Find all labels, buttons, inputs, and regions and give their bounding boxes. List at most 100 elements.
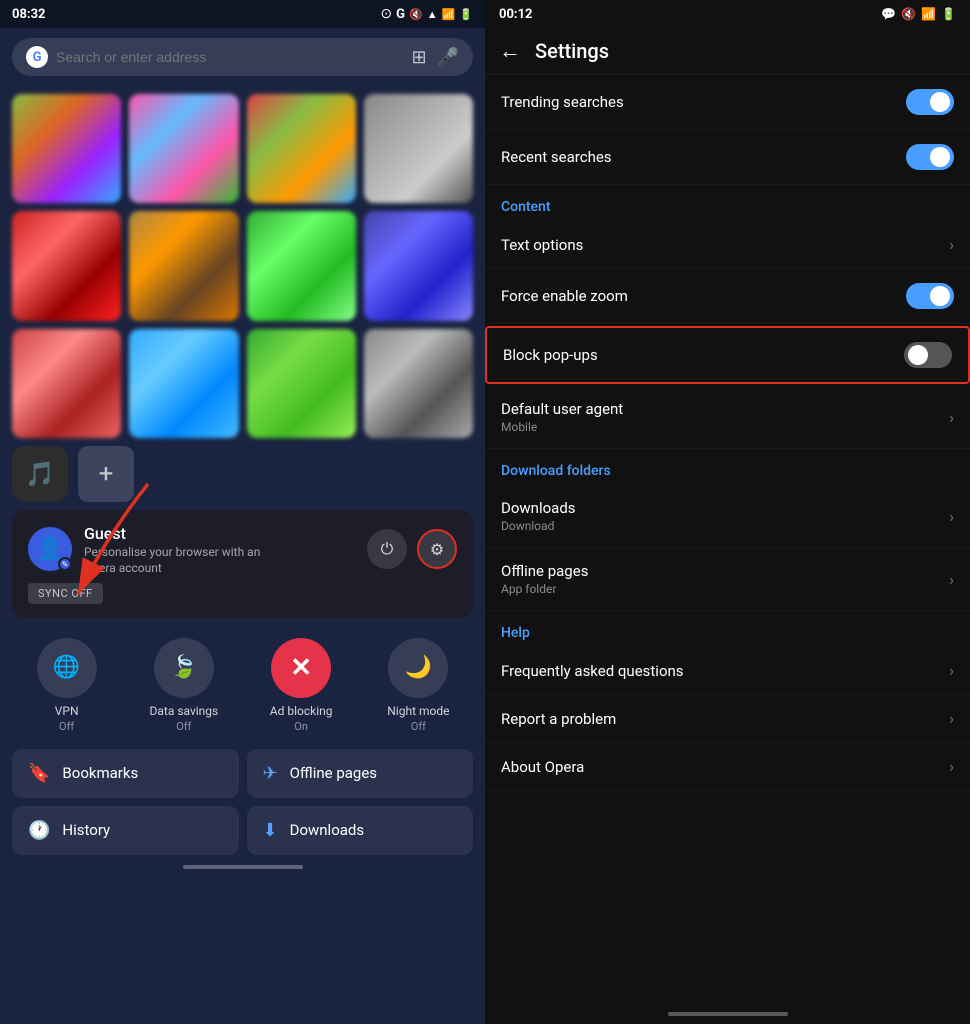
account-panel: 👤 ✎ Guest Personalise your browser with … <box>12 510 473 618</box>
offline-pages-arrow: › <box>949 570 954 589</box>
history-label: History <box>62 821 110 839</box>
speed-dial-8[interactable] <box>364 211 473 320</box>
speed-dial-4[interactable] <box>364 94 473 203</box>
user-agent-item[interactable]: Default user agent Mobile › <box>485 386 970 449</box>
home-indicator <box>0 855 485 873</box>
vpn-status: Off <box>59 720 74 733</box>
vpn-action[interactable]: 🌐 VPN Off <box>17 638 117 733</box>
speed-dial-2[interactable] <box>129 94 238 203</box>
bottom-icons-row: 🎵 + <box>0 446 485 502</box>
text-options-item[interactable]: Text options › <box>485 221 970 269</box>
wifi-icon: ▲ <box>427 8 438 21</box>
help-section-header: Help <box>485 611 970 647</box>
download-folders-section-header: Download folders <box>485 449 970 485</box>
back-button[interactable]: ← <box>499 38 521 64</box>
mute-icon: 🔇 <box>409 8 423 21</box>
recent-searches-item[interactable]: Recent searches <box>485 130 970 185</box>
data-savings-action[interactable]: 🍃 Data savings Off <box>134 638 234 733</box>
about-opera-item[interactable]: About Opera › <box>485 743 970 791</box>
search-bar-icons: ⊞ 🎤 <box>411 47 459 68</box>
speed-dial-7[interactable] <box>247 211 356 320</box>
account-info: Guest Personalise your browser with an O… <box>84 524 355 575</box>
force-zoom-toggle[interactable] <box>906 283 954 309</box>
signal-icon-right: 📶 <box>921 7 936 21</box>
user-agent-sublabel: Mobile <box>501 420 623 434</box>
status-bar-left: 08:32 ⊙ G 🔇 ▲ 📶 🔋 <box>0 0 485 28</box>
trending-searches-label: Trending searches <box>501 93 624 111</box>
settings-button[interactable]: ⚙ <box>417 529 457 569</box>
whatsapp-icon: 💬 <box>881 7 896 21</box>
bottom-links: 🔖 Bookmarks ✈ Offline pages 🕐 History ⬇ … <box>0 749 485 855</box>
battery-icon: 🔋 <box>459 8 473 21</box>
trending-searches-label-wrap: Trending searches <box>501 93 624 111</box>
downloads-link[interactable]: ⬇ Downloads <box>247 806 474 855</box>
data-savings-label: Data savings <box>149 704 218 718</box>
search-bar[interactable]: G ⊞ 🎤 <box>12 38 473 76</box>
speed-dial-12[interactable] <box>364 329 473 438</box>
text-options-arrow: › <box>949 235 954 254</box>
signal-icon: 📶 <box>442 8 456 21</box>
speed-dial-grid <box>0 86 485 446</box>
offline-pages-icon: ✈ <box>263 763 278 784</box>
trending-searches-item[interactable]: Trending searches <box>485 75 970 130</box>
left-panel: 08:32 ⊙ G 🔇 ▲ 📶 🔋 G ⊞ 🎤 <box>0 0 485 1024</box>
settings-title: Settings <box>535 39 609 63</box>
battery-icon-right: 🔋 <box>941 7 956 21</box>
history-link[interactable]: 🕐 History <box>12 806 239 855</box>
google-logo: G <box>26 46 48 68</box>
recent-searches-label-wrap: Recent searches <box>501 148 612 166</box>
block-popups-item[interactable]: Block pop-ups <box>485 326 970 384</box>
night-mode-action[interactable]: 🌙 Night mode Off <box>368 638 468 733</box>
speed-dial-1[interactable] <box>12 94 121 203</box>
vpn-label: VPN <box>55 704 79 718</box>
speed-dial-6[interactable] <box>129 211 238 320</box>
bookmarks-link[interactable]: 🔖 Bookmarks <box>12 749 239 798</box>
add-speed-dial-btn[interactable]: + <box>78 446 134 502</box>
offline-pages-link[interactable]: ✈ Offline pages <box>247 749 474 798</box>
about-opera-label-wrap: About Opera <box>501 758 584 776</box>
user-agent-label: Default user agent <box>501 400 623 418</box>
user-agent-label-wrap: Default user agent Mobile <box>501 400 623 434</box>
downloads-item[interactable]: Downloads Download › <box>485 485 970 548</box>
speed-dial-11[interactable] <box>247 329 356 438</box>
offline-pages-item[interactable]: Offline pages App folder › <box>485 548 970 611</box>
night-mode-label: Night mode <box>387 704 449 718</box>
bookmarks-label: Bookmarks <box>62 764 138 782</box>
recent-searches-label: Recent searches <box>501 148 612 166</box>
speed-dial-10[interactable] <box>129 329 238 438</box>
text-options-label-wrap: Text options <box>501 236 583 254</box>
vpn-icon: 🌐 <box>37 638 97 698</box>
block-popups-label: Block pop-ups <box>503 346 598 364</box>
search-input[interactable] <box>56 49 403 65</box>
adblock-action[interactable]: ✕ Ad blocking On <box>251 638 351 733</box>
music-app-icon[interactable]: 🎵 <box>12 446 68 502</box>
block-popups-label-wrap: Block pop-ups <box>503 346 598 364</box>
faq-item[interactable]: Frequently asked questions › <box>485 647 970 695</box>
right-panel: 00:12 💬 🔇 📶 🔋 ← Settings Trending search… <box>485 0 970 1024</box>
faq-label: Frequently asked questions <box>501 662 684 680</box>
account-desc-2: Opera account <box>84 561 355 575</box>
adblock-icon: ✕ <box>271 638 331 698</box>
power-button[interactable]: ⏻ <box>367 529 407 569</box>
speed-dial-9[interactable] <box>12 329 121 438</box>
sync-button[interactable]: SYNC OFF <box>28 583 103 604</box>
content-section-header: Content <box>485 185 970 221</box>
speed-dial-3[interactable] <box>247 94 356 203</box>
block-popups-toggle[interactable] <box>904 342 952 368</box>
speed-dial-5[interactable] <box>12 211 121 320</box>
mic-icon[interactable]: 🎤 <box>437 47 459 68</box>
avatar: 👤 ✎ <box>28 527 72 571</box>
account-name: Guest <box>84 524 355 543</box>
recent-searches-toggle[interactable] <box>906 144 954 170</box>
report-problem-item[interactable]: Report a problem › <box>485 695 970 743</box>
status-time-right: 00:12 <box>499 7 533 22</box>
qr-icon[interactable]: ⊞ <box>411 47 426 68</box>
force-zoom-label-wrap: Force enable zoom <box>501 287 628 305</box>
report-problem-arrow: › <box>949 709 954 728</box>
downloads-label: Downloads <box>290 821 365 839</box>
bookmarks-icon: 🔖 <box>28 763 50 784</box>
force-zoom-item[interactable]: Force enable zoom <box>485 269 970 324</box>
settings-header: ← Settings <box>485 28 970 75</box>
quick-actions: 🌐 VPN Off 🍃 Data savings Off ✕ Ad blocki… <box>0 626 485 745</box>
trending-searches-toggle[interactable] <box>906 89 954 115</box>
